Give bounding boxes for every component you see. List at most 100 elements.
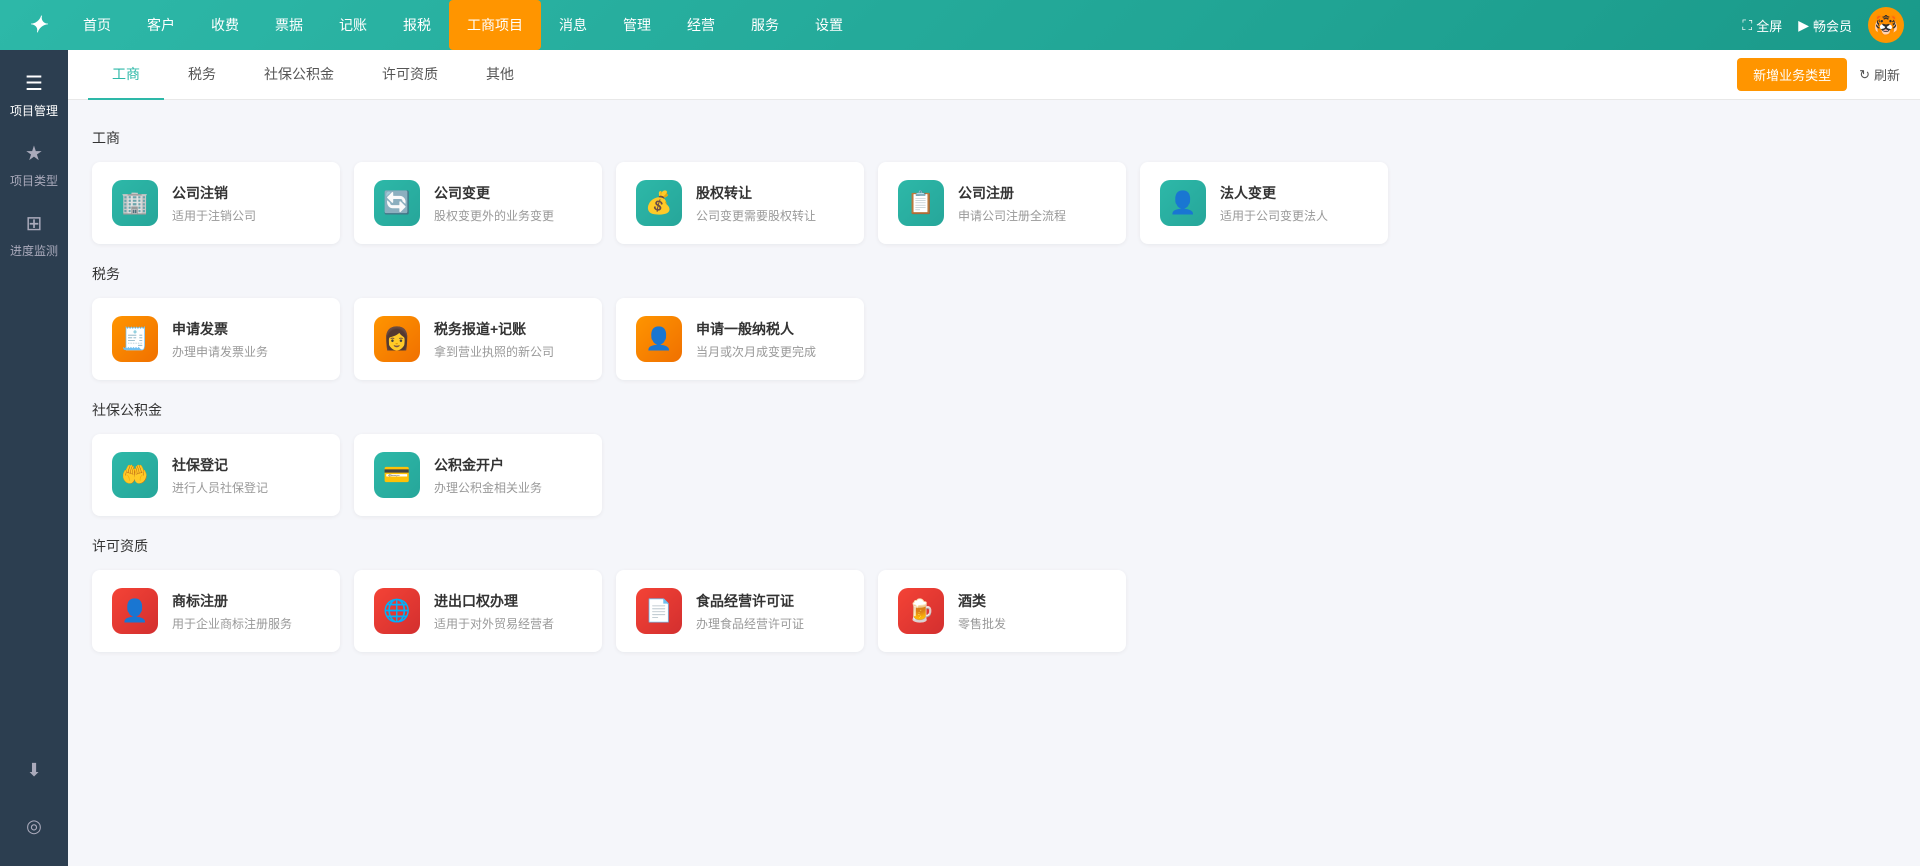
tab-right: 新增业务类型 ↻ 刷新 [1737,58,1900,91]
tax-accounting-title: 税务报道+记账 [434,319,582,339]
card-grid-social: 🤲 社保登记 进行人员社保登记 💳 公积金开户 办理公积金相关业务 [92,434,1896,516]
refresh-icon: ↻ [1859,67,1870,83]
sidebar-item-progress-monitor[interactable]: ⊞ 进度监测 [0,200,68,270]
tab-items: 工商 税务 社保公积金 许可资质 其他 [88,50,1737,100]
progress-monitor-icon: ⊞ [26,211,43,236]
tab-other[interactable]: 其他 [462,50,538,100]
food-license-title: 食品经营许可证 [696,591,844,611]
card-company-change[interactable]: 🔄 公司变更 股权变更外的业务变更 [354,162,602,244]
tab-tax[interactable]: 税务 [164,50,240,100]
download-icon: ⬇ [26,760,41,781]
nav-service[interactable]: 服务 [733,0,797,50]
project-management-icon: ☰ [25,71,43,96]
fullscreen-button[interactable]: ⛶ 全屏 [1742,16,1782,35]
card-tax-accounting[interactable]: 👩 税务报道+记账 拿到营业执照的新公司 [354,298,602,380]
section-title-social: 社保公积金 [92,400,1896,420]
card-grid-license: 👤 商标注册 用于企业商标注册服务 🌐 进出口权办理 适用于对外贸易经营者 📄 [92,570,1896,652]
top-navigation: ✦ 首页 客户 收费 票据 记账 报税 工商项目 消息 管理 经营 服务 设置 … [0,0,1920,50]
member-button[interactable]: ▶ 畅会员 [1798,16,1852,35]
food-license-desc: 办理食品经营许可证 [696,615,844,632]
member-icon: ▶ [1798,17,1809,34]
avatar[interactable]: 🐯 [1868,7,1904,43]
import-export-icon: 🌐 [374,588,420,634]
card-company-cancel[interactable]: 🏢 公司注销 适用于注销公司 [92,162,340,244]
alcohol-desc: 零售批发 [958,615,1106,632]
nav-client[interactable]: 客户 [129,0,193,50]
sidebar: ☰ 项目管理 ★ 项目类型 ⊞ 进度监测 ⬇ ◎ [0,50,68,866]
card-equity-transfer[interactable]: 💰 股权转让 公司变更需要股权转让 [616,162,864,244]
sidebar-item-project-type[interactable]: ★ 项目类型 [0,130,68,200]
sidebar-item-project-management[interactable]: ☰ 项目管理 [0,60,68,130]
company-cancel-info: 公司注销 适用于注销公司 [172,183,320,224]
tab-business[interactable]: 工商 [88,50,164,100]
legal-change-desc: 适用于公司变更法人 [1220,207,1368,224]
new-business-type-button[interactable]: 新增业务类型 [1737,58,1847,91]
card-food-license[interactable]: 📄 食品经营许可证 办理食品经营许可证 [616,570,864,652]
nav-tax[interactable]: 报税 [385,0,449,50]
fullscreen-label: 全屏 [1756,16,1782,35]
company-cancel-icon: 🏢 [112,180,158,226]
tab-social-fund[interactable]: 社保公积金 [240,50,358,100]
alcohol-info: 酒类 零售批发 [958,591,1106,632]
legal-change-title: 法人变更 [1220,183,1368,203]
project-type-icon: ★ [25,141,43,166]
card-legal-change[interactable]: 👤 法人变更 适用于公司变更法人 [1140,162,1388,244]
equity-transfer-title: 股权转让 [696,183,844,203]
sidebar-progress-monitor-label: 进度监测 [10,242,58,259]
nav-business[interactable]: 工商项目 [449,0,541,50]
sidebar-bottom: ⬇ ◎ [0,746,68,866]
fund-open-title: 公积金开户 [434,455,582,475]
card-alcohol[interactable]: 🍺 酒类 零售批发 [878,570,1126,652]
nav-operation[interactable]: 经营 [669,0,733,50]
card-grid-tax: 🧾 申请发票 办理申请发票业务 👩 税务报道+记账 拿到营业执照的新公司 👤 [92,298,1896,380]
tax-accounting-icon: 👩 [374,316,420,362]
nav-manage[interactable]: 管理 [605,0,669,50]
nav-message[interactable]: 消息 [541,0,605,50]
tab-bar: 工商 税务 社保公积金 许可资质 其他 新增业务类型 ↻ 刷新 [68,50,1920,100]
sidebar-project-management-label: 项目管理 [10,102,58,119]
card-trademark[interactable]: 👤 商标注册 用于企业商标注册服务 [92,570,340,652]
section-title-tax: 税务 [92,264,1896,284]
company-cancel-desc: 适用于注销公司 [172,207,320,224]
card-import-export[interactable]: 🌐 进出口权办理 适用于对外贸易经营者 [354,570,602,652]
card-general-taxpayer[interactable]: 👤 申请一般纳税人 当月或次月成变更完成 [616,298,864,380]
card-fund-open[interactable]: 💳 公积金开户 办理公积金相关业务 [354,434,602,516]
legal-change-icon: 👤 [1160,180,1206,226]
content-area: 工商 税务 社保公积金 许可资质 其他 新增业务类型 ↻ 刷新 工商 🏢 [68,50,1920,866]
tab-license[interactable]: 许可资质 [358,50,462,100]
alcohol-title: 酒类 [958,591,1106,611]
card-social-register[interactable]: 🤲 社保登记 进行人员社保登记 [92,434,340,516]
card-company-register[interactable]: 📋 公司注册 申请公司注册全流程 [878,162,1126,244]
company-change-title: 公司变更 [434,183,582,203]
legal-change-info: 法人变更 适用于公司变更法人 [1220,183,1368,224]
company-register-desc: 申请公司注册全流程 [958,207,1106,224]
refresh-label: 刷新 [1874,65,1900,84]
company-register-info: 公司注册 申请公司注册全流程 [958,183,1106,224]
nav-settings[interactable]: 设置 [797,0,861,50]
equity-transfer-icon: 💰 [636,180,682,226]
logo: ✦ [10,12,65,38]
sidebar-project-type-label: 项目类型 [10,172,58,189]
nav-items: 首页 客户 收费 票据 记账 报税 工商项目 消息 管理 经营 服务 设置 [65,0,1742,50]
trademark-title: 商标注册 [172,591,320,611]
refresh-button[interactable]: ↻ 刷新 [1859,65,1900,84]
scroll-content[interactable]: 工商 🏢 公司注销 适用于注销公司 🔄 公司变更 股权变更外的业务变更 [68,100,1920,866]
card-apply-invoice[interactable]: 🧾 申请发票 办理申请发票业务 [92,298,340,380]
fullscreen-icon: ⛶ [1742,17,1752,34]
sidebar-settings-button[interactable]: ◎ [0,802,68,850]
company-register-icon: 📋 [898,180,944,226]
apply-invoice-info: 申请发票 办理申请发票业务 [172,319,320,360]
trademark-desc: 用于企业商标注册服务 [172,615,320,632]
sidebar-download-button[interactable]: ⬇ [0,746,68,794]
social-register-title: 社保登记 [172,455,320,475]
general-taxpayer-icon: 👤 [636,316,682,362]
company-register-title: 公司注册 [958,183,1106,203]
main-container: ☰ 项目管理 ★ 项目类型 ⊞ 进度监测 ⬇ ◎ 工商 税务 社保公积金 [0,50,1920,866]
nav-accounting[interactable]: 记账 [321,0,385,50]
food-license-icon: 📄 [636,588,682,634]
nav-fee[interactable]: 收费 [193,0,257,50]
nav-bill[interactable]: 票据 [257,0,321,50]
nav-home[interactable]: 首页 [65,0,129,50]
import-export-info: 进出口权办理 适用于对外贸易经营者 [434,591,582,632]
member-label: 畅会员 [1813,16,1852,35]
